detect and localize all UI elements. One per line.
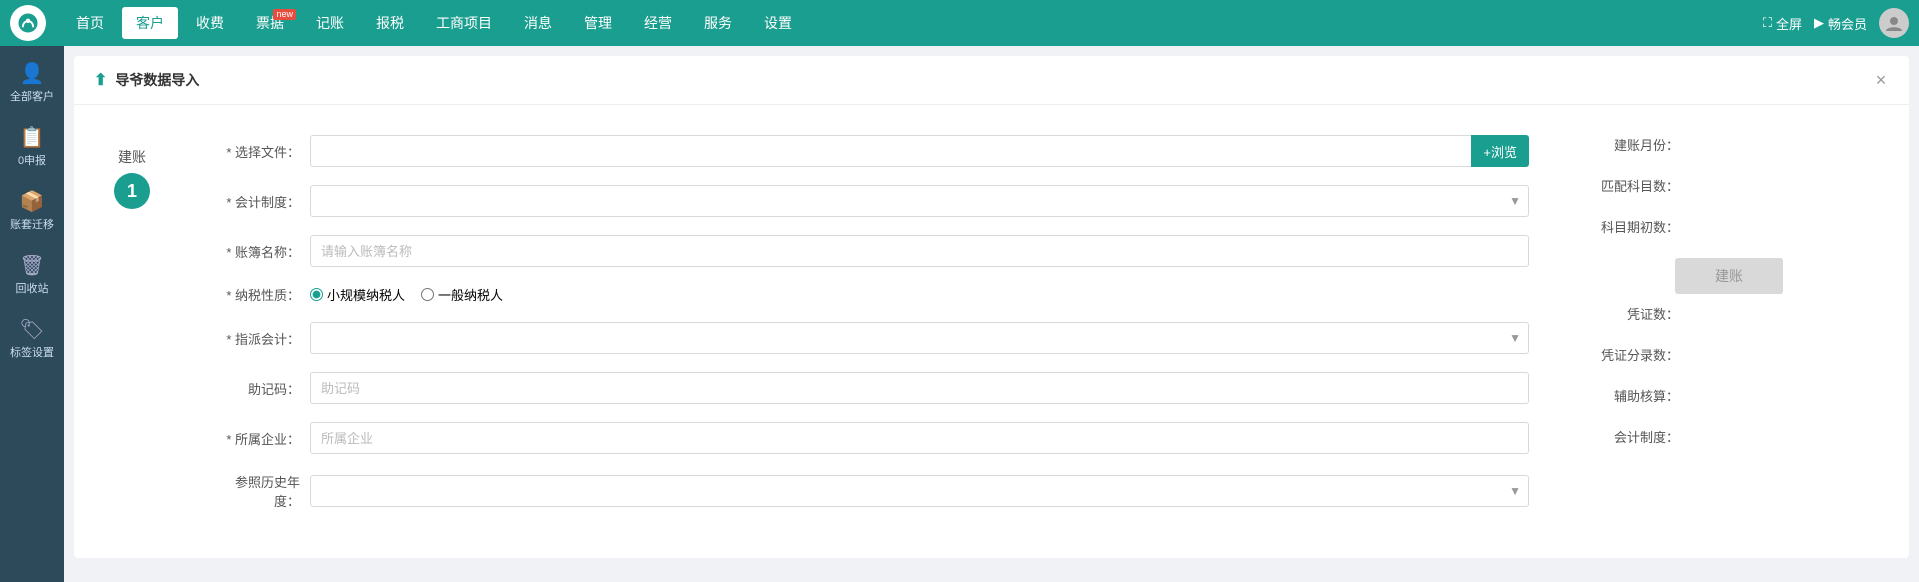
sidebar-item-all-clients[interactable]: 👤 全部客户 (0, 54, 64, 114)
import-icon: ⬆ (94, 70, 107, 90)
accounting-system-label: * 会计制度： (210, 192, 300, 211)
tax-type-label: * 纳税性质： (210, 285, 300, 304)
file-label: * 选择文件： (210, 142, 300, 161)
history-year-select[interactable] (310, 475, 1529, 507)
ledger-name-row: * 账簿名称： (210, 235, 1529, 267)
nav-services[interactable]: 服务 (690, 7, 746, 39)
app-logo[interactable] (10, 5, 46, 41)
transfer-icon: 📦 (20, 192, 45, 212)
member-btn[interactable]: ▶ 畅会员 (1814, 14, 1867, 33)
sidebar-item-declaration[interactable]: 📋 0申报 (0, 118, 64, 178)
accounting-system-row: * 会计制度： ▼ (210, 185, 1529, 217)
nav-operations[interactable]: 经营 (630, 7, 686, 39)
history-year-row: 参照历史年度： ▼ (210, 472, 1529, 510)
info-section: 建账月份： 匹配科目数： 科目期初数： 建账 (1589, 135, 1869, 528)
panel-body: 建账 1 * 选择文件： +浏览 (74, 105, 1909, 558)
assign-accountant-select[interactable] (310, 322, 1529, 354)
build-button[interactable]: 建账 (1675, 258, 1783, 294)
nav-business[interactable]: 工商项目 (422, 7, 506, 39)
panel-title: 导爷数据导入 (115, 70, 199, 90)
avatar[interactable] (1879, 8, 1909, 38)
new-badge: new (273, 9, 296, 20)
file-input-wrap: +浏览 (310, 135, 1529, 167)
sidebar: 👤 全部客户 📋 0申报 📦 账套迁移 🗑 回收站 🏷 标签设置 (0, 46, 64, 582)
auxiliary-label: 辅助核算： (1589, 386, 1679, 405)
voucher-entries-row: 凭证分录数： (1589, 345, 1869, 364)
voucher-entries-label: 凭证分录数： (1589, 345, 1679, 364)
file-input[interactable] (310, 135, 1471, 167)
browse-button[interactable]: +浏览 (1471, 135, 1529, 167)
build-month-label: 建账月份： (1589, 135, 1679, 154)
small-taxpayer-radio[interactable]: 小规模纳税人 (310, 285, 405, 304)
panel-header: ⬆ 导爷数据导入 (74, 56, 1909, 105)
nav-tax[interactable]: 报税 (362, 7, 418, 39)
nav-right-area: ⛶ 全屏 ▶ 畅会员 (1763, 8, 1909, 38)
company-label: * 所属企业： (210, 429, 300, 448)
content-area: ⬆ 导爷数据导入 × 建账 1 * 选择文件： (64, 46, 1919, 582)
history-year-select-wrap: ▼ (310, 475, 1529, 507)
sidebar-item-tag-settings[interactable]: 🏷 标签设置 (0, 310, 64, 370)
file-row: * 选择文件： +浏览 (210, 135, 1529, 167)
ledger-name-input[interactable] (310, 235, 1529, 267)
nav-settings[interactable]: 设置 (750, 7, 806, 39)
history-year-label: 参照历史年度： (210, 472, 300, 510)
memo-row: 助记码： (210, 372, 1529, 404)
memo-label: 助记码： (210, 379, 300, 398)
tax-type-radio-group: 小规模纳税人 一般纳税人 (310, 285, 503, 304)
step-badge: 1 (114, 173, 150, 209)
play-icon: ▶ (1814, 15, 1824, 31)
build-btn-wrap: 建账 (1589, 258, 1869, 294)
assign-accountant-select-wrap: ▼ (310, 322, 1529, 354)
nav-manage[interactable]: 管理 (570, 7, 626, 39)
match-subjects-row: 匹配科目数： (1589, 176, 1869, 195)
step-section: 建账 1 (114, 135, 150, 528)
ledger-name-label: * 账簿名称： (210, 242, 300, 261)
main-layout: 👤 全部客户 📋 0申报 📦 账套迁移 🗑 回收站 🏷 标签设置 ⬆ 导爷数据导… (0, 46, 1919, 582)
initial-subjects-row: 科目期初数： (1589, 217, 1869, 236)
close-button[interactable]: × (1869, 68, 1893, 92)
match-subjects-label: 匹配科目数： (1589, 176, 1679, 195)
step-label: 建账 (118, 139, 146, 167)
memo-input[interactable] (310, 372, 1529, 404)
build-month-row: 建账月份： (1589, 135, 1869, 154)
assign-accountant-row: * 指派会计： ▼ (210, 322, 1529, 354)
trash-icon: 🗑 (19, 256, 44, 276)
accounting-system-info-label: 会计制度： (1589, 427, 1679, 446)
nav-accounts[interactable]: 记账 (302, 7, 358, 39)
nav-invoices[interactable]: 票据 new (242, 7, 298, 39)
fullscreen-icon: ⛶ (1763, 15, 1772, 31)
initial-subjects-label: 科目期初数： (1589, 217, 1679, 236)
vouchers-row: 凭证数： (1589, 304, 1869, 323)
nav-fees[interactable]: 收费 (182, 7, 238, 39)
accounting-system-info-row: 会计制度： (1589, 427, 1869, 446)
nav-clients[interactable]: 客户 (122, 7, 178, 39)
assign-accountant-label: * 指派会计： (210, 329, 300, 348)
fullscreen-btn[interactable]: ⛶ 全屏 (1763, 14, 1802, 33)
declaration-icon: 📋 (20, 128, 45, 148)
sidebar-item-trash[interactable]: 🗑 回收站 (0, 246, 64, 306)
top-navigation: 首页 客户 收费 票据 new 记账 报税 工商项目 消息 管理 经营 服务 设… (0, 0, 1919, 46)
auxiliary-row: 辅助核算： (1589, 386, 1869, 405)
company-input[interactable] (310, 422, 1529, 454)
form-section: * 选择文件： +浏览 * 会计制度： ▼ (210, 135, 1529, 528)
vouchers-label: 凭证数： (1589, 304, 1679, 323)
users-icon: 👤 (20, 64, 45, 84)
accounting-system-select-wrap: ▼ (310, 185, 1529, 217)
sidebar-item-account-transfer[interactable]: 📦 账套迁移 (0, 182, 64, 242)
small-taxpayer-input[interactable] (310, 288, 323, 301)
nav-messages[interactable]: 消息 (510, 7, 566, 39)
general-taxpayer-input[interactable] (421, 288, 434, 301)
tax-type-row: * 纳税性质： 小规模纳税人 一般纳税人 (210, 285, 1529, 304)
general-taxpayer-radio[interactable]: 一般纳税人 (421, 285, 503, 304)
tag-icon: 🏷 (19, 320, 44, 340)
company-row: * 所属企业： (210, 422, 1529, 454)
dialog-panel: ⬆ 导爷数据导入 × 建账 1 * 选择文件： (74, 56, 1909, 558)
accounting-system-select[interactable] (310, 185, 1529, 217)
nav-home[interactable]: 首页 (62, 7, 118, 39)
nav-menu: 首页 客户 收费 票据 new 记账 报税 工商项目 消息 管理 经营 服务 设… (62, 7, 1763, 39)
